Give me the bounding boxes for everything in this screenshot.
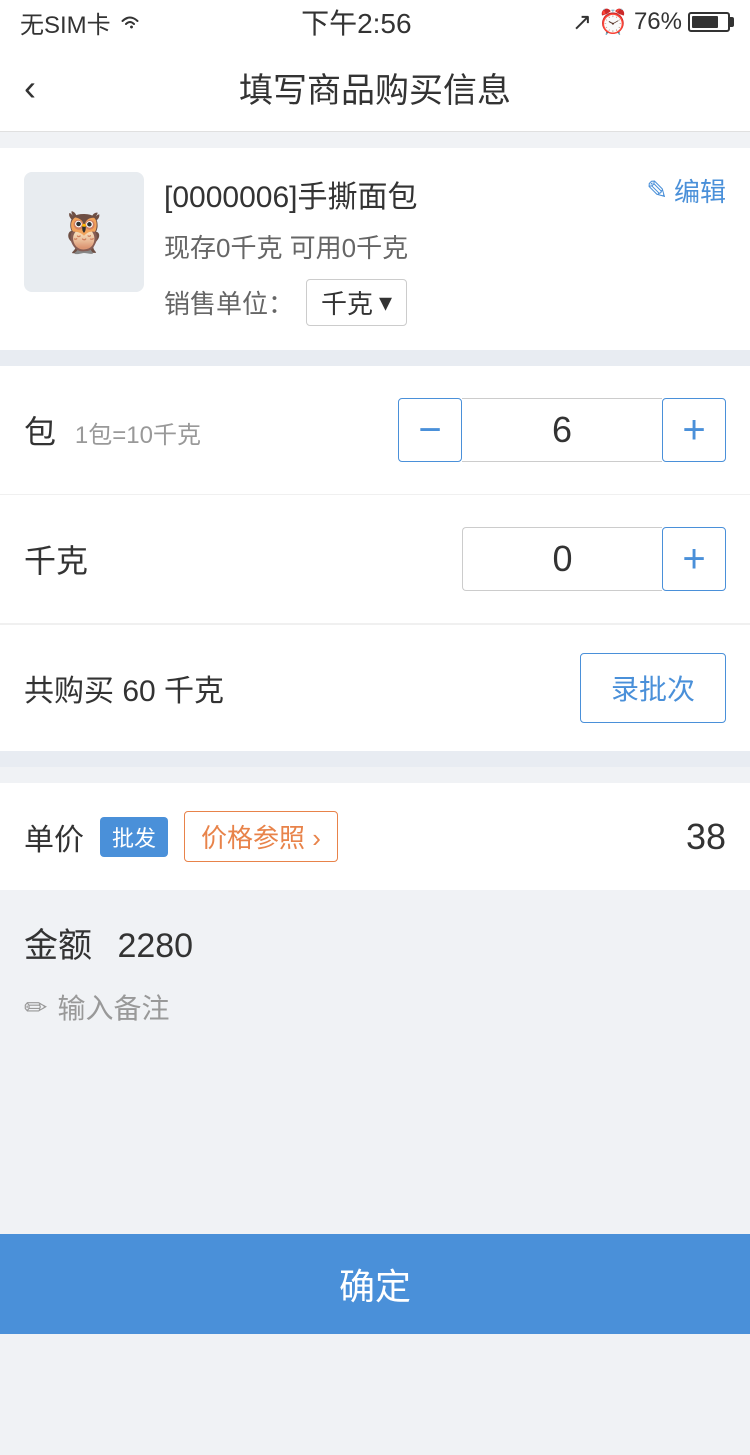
note-row[interactable]: ✏ 输入备注	[24, 987, 726, 1027]
bao-qty-input[interactable]	[462, 398, 662, 462]
kg-label: 千克	[24, 536, 462, 582]
product-logo: 🦉	[59, 209, 109, 256]
kg-increment-button[interactable]: +	[662, 527, 726, 591]
amount-row: 金额 2280	[24, 918, 726, 967]
product-name: [0000006]手撕面包	[164, 172, 726, 216]
edit-button[interactable]: ✎ 编辑	[646, 172, 726, 209]
alarm-icon: ⏰	[598, 8, 628, 37]
amount-section: 金额 2280 ✏ 输入备注	[0, 890, 750, 1055]
edit-label: 编辑	[674, 172, 726, 209]
kg-qty-control: +	[462, 527, 726, 591]
status-bar-right: ↗ ⏰ 76%	[572, 8, 730, 37]
status-bar: 无SIM卡 下午2:56 ↗ ⏰ 76%	[0, 0, 750, 44]
wifi-icon	[119, 14, 141, 30]
batch-button[interactable]: 录批次	[580, 653, 726, 723]
nav-bar: ‹ 填写商品购买信息	[0, 44, 750, 132]
product-info: [0000006]手撕面包 现存0千克 可用0千克 销售单位： 千克 ▾	[164, 172, 726, 326]
confirm-bar[interactable]: 确定	[0, 1234, 750, 1334]
product-stock: 现存0千克 可用0千克	[164, 228, 726, 265]
kg-quantity-row: 千克 +	[0, 495, 750, 624]
unit-value: 千克	[321, 284, 373, 321]
product-card: 🦉 [0000006]手撕面包 现存0千克 可用0千克 销售单位： 千克 ▾ ✎…	[0, 148, 750, 350]
confirm-label: 确定	[339, 1258, 411, 1310]
quantity-section: 包 1包=10千克 − + 千克 + 共购买 60 千克 录批次	[0, 366, 750, 751]
status-bar-time: 下午2:56	[301, 2, 412, 42]
bao-decrement-button[interactable]: −	[398, 398, 462, 462]
edit-icon: ✎	[646, 175, 668, 206]
bao-quantity-row: 包 1包=10千克 − +	[0, 366, 750, 495]
back-button[interactable]: ‹	[24, 67, 36, 109]
bao-label: 包 1包=10千克	[24, 407, 398, 453]
separator-2	[0, 751, 750, 767]
page-title: 填写商品购买信息	[239, 63, 511, 112]
carrier-text: 无SIM卡	[20, 5, 111, 40]
bao-qty-control: − +	[398, 398, 726, 462]
price-ref-button[interactable]: 价格参照 ›	[184, 811, 338, 862]
location-icon: ↗	[572, 8, 592, 37]
unit-label: 销售单位：	[164, 284, 294, 321]
bao-increment-button[interactable]: +	[662, 398, 726, 462]
kg-qty-input[interactable]	[462, 527, 662, 591]
note-icon: ✏	[24, 991, 47, 1024]
price-value: 38	[686, 816, 726, 858]
amount-value: 2280	[117, 927, 193, 965]
separator-1	[0, 350, 750, 366]
total-text: 共购买 60 千克	[24, 666, 224, 710]
unit-select[interactable]: 千克 ▾	[306, 279, 407, 326]
battery-icon	[688, 12, 730, 32]
price-badge: 批发	[100, 817, 168, 857]
status-bar-left: 无SIM卡	[20, 5, 141, 40]
product-thumbnail: 🦉	[24, 172, 144, 292]
amount-label: 金额	[24, 927, 92, 965]
price-label: 单价	[24, 815, 84, 859]
unit-dropdown-icon: ▾	[379, 287, 392, 318]
battery-text: 76%	[634, 8, 682, 36]
price-section: 单价 批发 价格参照 › 38	[0, 783, 750, 890]
note-placeholder: 输入备注	[57, 987, 169, 1027]
product-unit-row: 销售单位： 千克 ▾	[164, 279, 726, 326]
bao-hint: 1包=10千克	[75, 422, 201, 449]
total-row: 共购买 60 千克 录批次	[0, 624, 750, 751]
